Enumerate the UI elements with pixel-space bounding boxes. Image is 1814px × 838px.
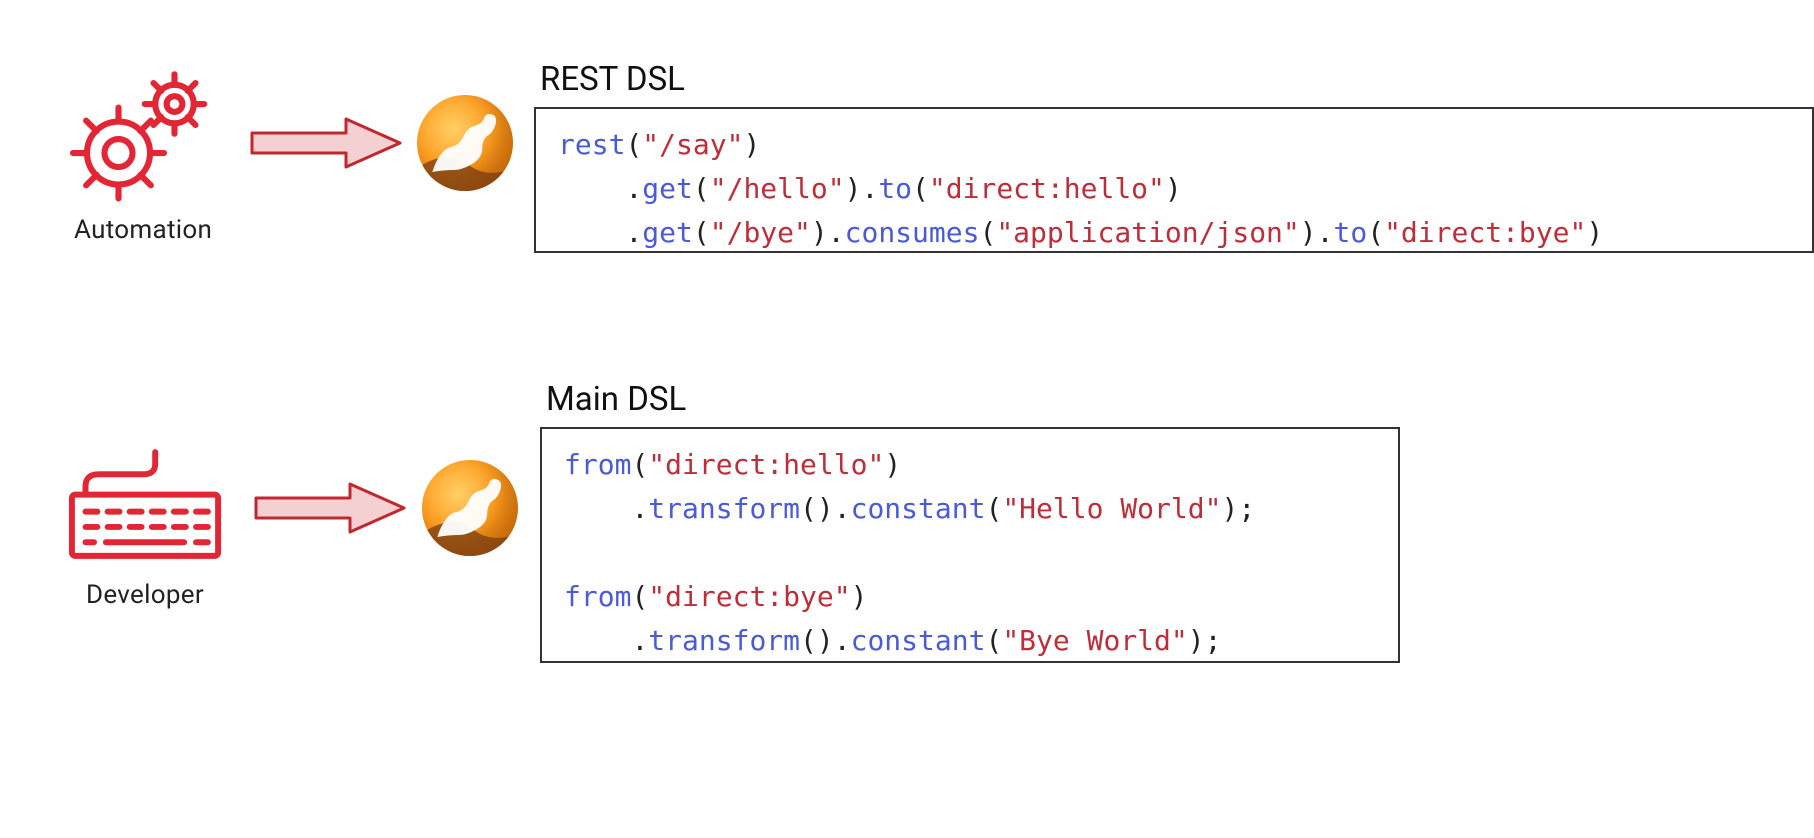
diagram-canvas: Automation REST DSL rest("/say") bbox=[0, 0, 1814, 838]
main-dsl-block: Main DSL from("direct:hello") .transform… bbox=[540, 380, 1400, 663]
left-developer: Developer bbox=[40, 434, 250, 610]
camel-icon-bottom bbox=[410, 460, 530, 556]
rest-dsl-code: rest("/say") .get("/hello").to("direct:h… bbox=[534, 107, 1814, 253]
main-dsl-title: Main DSL bbox=[546, 380, 1400, 419]
row-main: Developer Main DSL from("direct:hello") … bbox=[0, 380, 1814, 663]
developer-label: Developer bbox=[86, 580, 204, 610]
main-dsl-code: from("direct:hello") .transform().consta… bbox=[540, 427, 1400, 663]
keyboard-icon bbox=[60, 434, 230, 574]
gears-icon bbox=[58, 69, 228, 209]
rest-dsl-block: REST DSL rest("/say") .get("/hello").to(… bbox=[534, 60, 1814, 253]
automation-label: Automation bbox=[74, 215, 212, 245]
left-automation: Automation bbox=[40, 69, 246, 245]
camel-icon-top bbox=[406, 95, 524, 191]
arrow-developer bbox=[250, 478, 410, 538]
rest-dsl-title: REST DSL bbox=[540, 60, 1814, 99]
arrow-automation bbox=[246, 113, 406, 173]
row-rest: Automation REST DSL rest("/say") bbox=[0, 60, 1814, 253]
